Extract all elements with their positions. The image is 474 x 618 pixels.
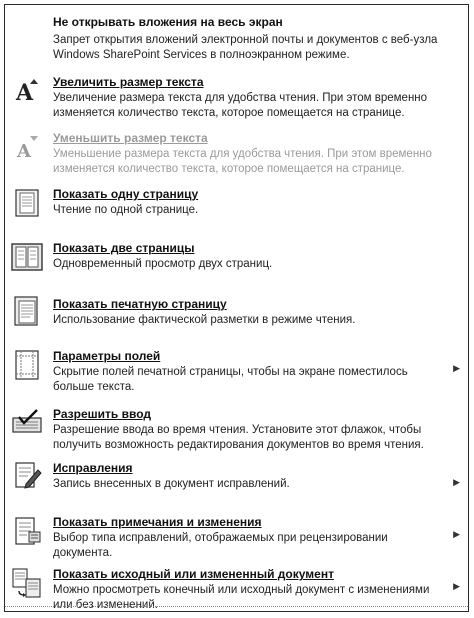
single-page-icon [11,187,43,219]
menu-item-description: Чтение по одной странице. [53,204,199,216]
svg-text:A: A [16,141,32,162]
two-pages-icon [11,241,43,273]
print-page-icon [11,295,43,327]
menu-item-decrease-text-size[interactable]: A Уменьшить размер текста Уменьшение раз… [5,125,468,179]
menu-item-description: Разрешение ввода во время чтения. Устано… [53,424,424,451]
menu-item-description: Увеличение размера текста для удобства ч… [53,92,428,119]
original-final-icon [11,567,43,599]
menu-item-title: Показать одну страницу [53,187,199,201]
menu-item-description: Одновременный просмотр двух страниц. [53,258,273,270]
menu-item-title: Показать две страницы [53,241,195,255]
margins-icon [11,349,43,381]
menu-item-show-two-pages[interactable]: Показать две страницы Одновременный прос… [5,233,468,285]
menu-item-track-changes[interactable]: Исправления Запись внесенных в документ … [5,455,468,503]
menu-bottom-edge [5,606,468,611]
menu-item-show-printed-page[interactable]: Показать печатную страницу Использование… [5,289,468,339]
decrease-font-icon: A [11,131,43,163]
submenu-arrow-icon: ▶ [453,529,460,539]
track-changes-icon [11,459,43,491]
increase-font-icon: A [11,75,43,107]
menu-item-show-original-final[interactable]: Показать исходный или измененный докумен… [5,563,468,611]
menu-item-title: Не открывать вложения на весь экран [53,15,283,29]
menu-item-title: Показать печатную страницу [53,297,227,311]
menu-item-show-markup[interactable]: Показать примечания и изменения Выбор ти… [5,509,468,561]
menu-item-description: Использование фактической разметки в реж… [53,314,356,326]
menu-item-title: Увеличить размер текста [53,75,204,89]
menu-item-title: Параметры полей [53,349,161,363]
menu-item-increase-text-size[interactable]: A Увеличить размер текста Увеличение раз… [5,69,468,123]
menu-item-title: Разрешить ввод [53,407,151,421]
submenu-arrow-icon: ▶ [453,477,460,487]
submenu-arrow-icon: ▶ [453,363,460,373]
view-options-menu: Не открывать вложения на весь экран Запр… [4,4,469,612]
menu-item-title: Уменьшить размер текста [53,131,208,145]
menu-item-title: Исправления [53,461,133,475]
allow-typing-icon [11,407,43,439]
menu-item-title: Показать исходный или измененный докумен… [53,567,334,581]
menu-item-dont-open-attachments-fullscreen[interactable]: Не открывать вложения на весь экран Запр… [5,11,468,67]
menu-item-description: Скрытие полей печатной страницы, чтобы н… [53,366,408,393]
menu-item-description: Запрет открытия вложений электронной поч… [53,34,438,61]
menu-item-description: Выбор типа исправлений, отображаемых при… [53,532,388,559]
menu-item-description: Уменьшение размера текста для удобства ч… [53,148,432,175]
show-markup-icon [11,515,43,547]
menu-item-title: Показать примечания и изменения [53,515,262,529]
menu-item-description: Запись внесенных в документ исправлений. [53,478,290,490]
submenu-arrow-icon: ▶ [453,581,460,591]
menu-item-allow-typing[interactable]: Разрешить ввод Разрешение ввода во время… [5,401,468,453]
menu-item-show-one-page[interactable]: Показать одну страницу Чтение по одной с… [5,181,468,231]
menu-item-margin-settings[interactable]: Параметры полей Скрытие полей печатной с… [5,343,468,397]
